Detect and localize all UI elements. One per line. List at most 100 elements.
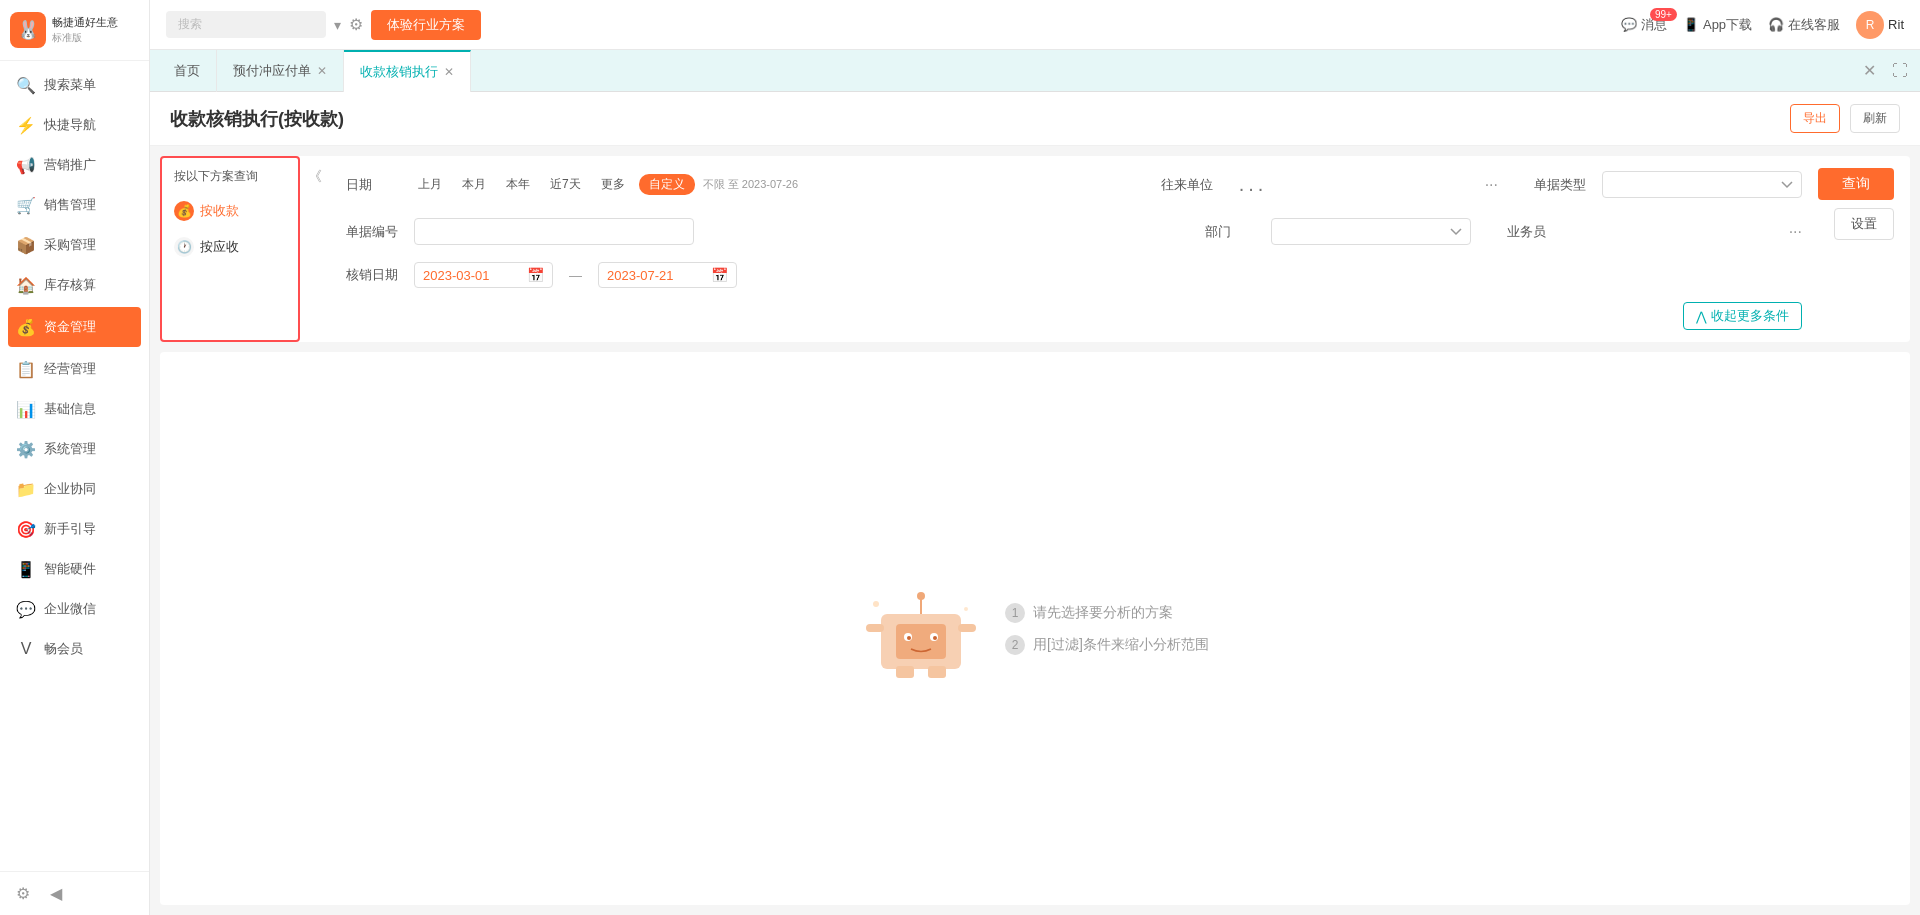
date-btn-7days[interactable]: 近7天: [544, 174, 587, 195]
tab-prepay-close[interactable]: ✕: [317, 64, 327, 78]
page-actions: 导出 刷新: [1790, 104, 1900, 145]
sidebar-item-system[interactable]: ⚙️ 系统管理: [0, 429, 149, 469]
message-btn[interactable]: 💬 消息 99+: [1621, 16, 1667, 34]
dropdown-icon[interactable]: ▾: [334, 17, 341, 33]
filter-settings-btn[interactable]: 设置: [1834, 208, 1894, 240]
user-menu[interactable]: R Rit: [1856, 11, 1904, 39]
svg-point-12: [873, 601, 879, 607]
tab-close-all-icon[interactable]: ✕: [1859, 57, 1880, 84]
date-btn-last-month[interactable]: 上月: [412, 174, 448, 195]
page-header: 收款核销执行(按收款) 导出 刷新: [150, 92, 1920, 146]
collapse-left-icon: 《: [308, 168, 322, 186]
sidebar-item-enterprise[interactable]: 📁 企业协同: [0, 469, 149, 509]
svg-point-13: [964, 607, 968, 611]
svg-rect-6: [866, 624, 884, 632]
tab-prepay[interactable]: 预付冲应付单 ✕: [217, 50, 344, 92]
empty-hints: 1 请先选择要分析的方案 2 用[过滤]条件来缩小分析范围: [1005, 603, 1209, 655]
sidebar-bottom: ⚙ ◀: [0, 871, 149, 915]
sidebar-item-purchase[interactable]: 📦 采购管理: [0, 225, 149, 265]
username: Rit: [1888, 17, 1904, 32]
app-icon: 📱: [1683, 17, 1699, 32]
main-content: 搜索 ▾ ⚙ 体验行业方案 💬 消息 99+ 📱 App下载 🎧 在线客服 R …: [150, 0, 1920, 915]
settings-icon[interactable]: ⚙: [16, 884, 30, 903]
sidebar-item-inventory[interactable]: 🏠 库存核算: [0, 265, 149, 305]
verify-date-start-input[interactable]: [423, 268, 523, 283]
app-label: App下载: [1703, 16, 1752, 34]
date-btn-this-year[interactable]: 本年: [500, 174, 536, 195]
basic-icon: 📊: [16, 399, 36, 419]
sidebar-item-label: 营销推广: [44, 156, 96, 174]
industry-btn[interactable]: 体验行业方案: [371, 10, 481, 40]
service-label: 在线客服: [1788, 16, 1840, 34]
filter-main: 日期 上月 本月 本年 近7天 更多 自定义 不限 至 2023-07-26 往…: [330, 156, 1818, 342]
calendar-end-icon[interactable]: 📅: [711, 267, 728, 283]
date-btn-more[interactable]: 更多: [595, 174, 631, 195]
tab-receipt-close[interactable]: ✕: [444, 65, 454, 79]
sidebar-item-marketing[interactable]: 📢 营销推广: [0, 145, 149, 185]
counterparty-dots[interactable]: ···: [1485, 176, 1498, 194]
svg-point-4: [907, 636, 911, 640]
sidebar-item-label: 系统管理: [44, 440, 96, 458]
sidebar-item-basic[interactable]: 📊 基础信息: [0, 389, 149, 429]
sidebar-item-member[interactable]: V 畅会员: [0, 629, 149, 669]
export-btn[interactable]: 导出: [1790, 104, 1840, 133]
counterparty-input[interactable]: [1229, 168, 1469, 201]
sidebar-item-finance[interactable]: 💰 资金管理: [8, 307, 141, 347]
clerk-input[interactable]: [1573, 215, 1773, 248]
dept-select[interactable]: [1271, 218, 1471, 245]
doctype-label: 单据类型: [1534, 176, 1586, 194]
verify-date-end-input[interactable]: [607, 268, 707, 283]
sidebar-item-wechat[interactable]: 💬 企业微信: [0, 589, 149, 629]
purchase-icon: 📦: [16, 235, 36, 255]
docno-label: 单据编号: [346, 223, 398, 241]
filter-item-by-receivable[interactable]: 🕐 按应收: [162, 229, 298, 265]
receivable-icon: 🕐: [174, 237, 194, 257]
collapse-more-icon: ⋀: [1696, 309, 1707, 324]
doctype-select[interactable]: [1602, 171, 1802, 198]
tab-home[interactable]: 首页: [158, 50, 217, 92]
hint-text-2: 用[过滤]条件来缩小分析范围: [1033, 636, 1209, 654]
empty-hint-1: 1 请先选择要分析的方案: [1005, 603, 1209, 623]
app-download-btn[interactable]: 📱 App下载: [1683, 16, 1752, 34]
verify-date-end-wrapper: 📅: [598, 262, 737, 288]
collapse-icon[interactable]: ◀: [50, 884, 62, 903]
logo-icon: 🐰: [10, 12, 46, 48]
date-btn-this-month[interactable]: 本月: [456, 174, 492, 195]
quick-nav-icon: ⚡: [16, 115, 36, 135]
sidebar-item-label: 企业协同: [44, 480, 96, 498]
marketing-icon: 📢: [16, 155, 36, 175]
docno-input[interactable]: [414, 218, 694, 245]
sidebar-item-hardware[interactable]: 📱 智能硬件: [0, 549, 149, 589]
sidebar-item-guide[interactable]: 🎯 新手引导: [0, 509, 149, 549]
tab-receipt[interactable]: 收款核销执行 ✕: [344, 50, 471, 92]
service-btn[interactable]: 🎧 在线客服: [1768, 16, 1840, 34]
topbar-gear-icon[interactable]: ⚙: [349, 15, 363, 34]
tab-expand-icon[interactable]: ⛶: [1888, 58, 1912, 84]
sidebar-item-sales[interactable]: 🛒 销售管理: [0, 185, 149, 225]
tabbar-actions: ✕ ⛶: [1859, 57, 1912, 84]
filter-item-by-receipt[interactable]: 💰 按收款: [162, 193, 298, 229]
hint-text-1: 请先选择要分析的方案: [1033, 604, 1173, 622]
topbar-right: 💬 消息 99+ 📱 App下载 🎧 在线客服 R Rit: [1621, 11, 1904, 39]
filter-collapse-btn[interactable]: 《: [300, 156, 330, 342]
guide-icon: 🎯: [16, 519, 36, 539]
sidebar-item-label: 采购管理: [44, 236, 96, 254]
query-btn[interactable]: 查询: [1818, 168, 1894, 200]
date-btn-custom[interactable]: 自定义: [639, 174, 695, 195]
clerk-label: 业务员: [1507, 223, 1557, 241]
filter-row-3: 核销日期 📅 — 📅: [346, 262, 1802, 288]
sidebar-item-quick-nav[interactable]: ⚡ 快捷导航: [0, 105, 149, 145]
topbar-left: 搜索 ▾ ⚙ 体验行业方案: [166, 10, 481, 40]
empty-state: 1 请先选择要分析的方案 2 用[过滤]条件来缩小分析范围: [160, 352, 1910, 905]
clerk-dots[interactable]: ···: [1789, 223, 1802, 241]
calendar-start-icon[interactable]: 📅: [527, 267, 544, 283]
collapse-more-btn[interactable]: ⋀ 收起更多条件: [1683, 302, 1802, 330]
sidebar-item-label: 畅会员: [44, 640, 83, 658]
sidebar-item-search[interactable]: 🔍 搜索菜单: [0, 65, 149, 105]
topbar: 搜索 ▾ ⚙ 体验行业方案 💬 消息 99+ 📱 App下载 🎧 在线客服 R …: [150, 0, 1920, 50]
refresh-btn[interactable]: 刷新: [1850, 104, 1900, 133]
sidebar-item-label: 快捷导航: [44, 116, 96, 134]
sidebar-item-operation[interactable]: 📋 经营管理: [0, 349, 149, 389]
wechat-icon: 💬: [16, 599, 36, 619]
sidebar-item-label: 库存核算: [44, 276, 96, 294]
